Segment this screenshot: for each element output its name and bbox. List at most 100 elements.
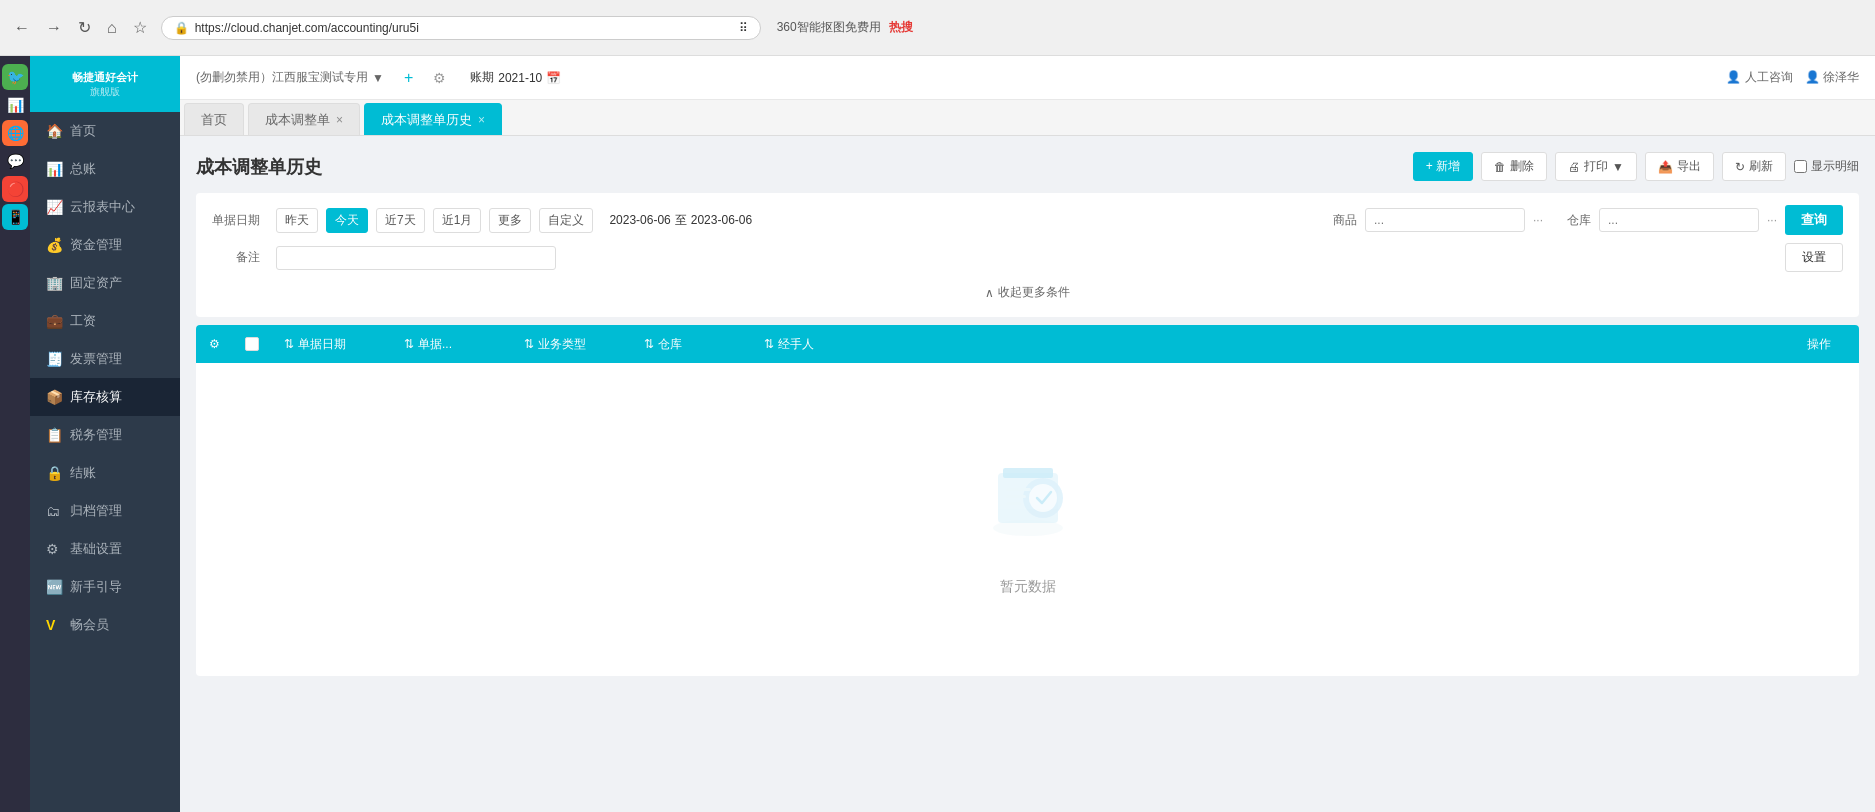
period-value: 2021-10: [498, 71, 542, 85]
star-button[interactable]: ☆: [127, 14, 153, 41]
tab-home[interactable]: 首页: [184, 103, 244, 135]
sidebar-item-archive[interactable]: 🗂 归档管理: [30, 492, 180, 530]
print-button[interactable]: 🖨 打印 ▼: [1555, 152, 1637, 181]
refresh-icon: ↻: [1735, 160, 1745, 174]
forward-button[interactable]: →: [40, 15, 68, 41]
app-icon-red[interactable]: 🔴: [2, 176, 28, 202]
warehouse-more-icon[interactable]: ···: [1767, 213, 1777, 227]
table-settings-icon: ⚙: [209, 337, 220, 351]
logo-sub: 旗舰版: [90, 85, 120, 99]
query-button[interactable]: 查询: [1785, 205, 1843, 235]
tab-cost-adjust-label: 成本调整单: [265, 111, 330, 129]
main-content: (勿删勿禁用）江西服宝测试专用 ▼ + ⚙ 账期 2021-10 📅 👤 人工咨…: [180, 56, 1875, 812]
sidebar-item-invoice[interactable]: 🧾 发票管理: [30, 340, 180, 378]
empty-state: 暂元数据: [196, 363, 1859, 676]
warehouse-filter-input[interactable]: [1599, 208, 1759, 232]
sidebar-item-settings[interactable]: ⚙ 基础设置: [30, 530, 180, 568]
app-icon-orange[interactable]: 🌐: [2, 120, 28, 146]
app-logo: 畅捷通好会计 旗舰版: [30, 56, 180, 112]
remark-input[interactable]: [276, 246, 556, 270]
assets-icon: 🏢: [46, 275, 62, 291]
table-col-operator[interactable]: ⇅ 经手人: [752, 336, 872, 353]
date-separator: 至: [675, 212, 687, 229]
close-period-icon: 🔒: [46, 465, 62, 481]
app-icon-active[interactable]: 🐦: [2, 64, 28, 90]
table-col-number[interactable]: ⇅ 单据...: [392, 336, 512, 353]
app-icon-green[interactable]: 📱: [2, 204, 28, 230]
company-dropdown-icon: ▼: [372, 71, 384, 85]
sidebar-item-report[interactable]: 📈 云报表中心: [30, 188, 180, 226]
avatar-icon: 👤: [1805, 70, 1820, 84]
sidebar-label-inventory: 库存核算: [70, 388, 122, 406]
goods-more-icon[interactable]: ···: [1533, 213, 1543, 227]
display-toggle[interactable]: 显示明细: [1794, 158, 1859, 175]
sidebar-item-assets[interactable]: 🏢 固定资产: [30, 264, 180, 302]
goods-filter-input[interactable]: [1365, 208, 1525, 232]
sidebar-label-close: 结账: [70, 464, 96, 482]
user-service-link[interactable]: 👤 人工咨询: [1726, 69, 1792, 86]
tab-cost-adjust[interactable]: 成本调整单 ×: [248, 103, 360, 135]
date-range-display: 2023-06-06 至 2023-06-06: [609, 212, 752, 229]
refresh-button[interactable]: ↻ 刷新: [1722, 152, 1786, 181]
collapse-button[interactable]: ∧ 收起更多条件: [212, 280, 1843, 305]
sidebar-label-finance: 资金管理: [70, 236, 122, 254]
svg-rect-5: [1006, 488, 1031, 491]
service-label: 人工咨询: [1745, 70, 1793, 84]
export-button[interactable]: 📤 导出: [1645, 152, 1714, 181]
sidebar-item-ledger[interactable]: 📊 总账: [30, 150, 180, 188]
setting-button[interactable]: 设置: [1785, 243, 1843, 272]
settings-gear-icon[interactable]: ⚙: [433, 70, 446, 86]
date-btn-today[interactable]: 今天: [326, 208, 368, 233]
sidebar-item-salary[interactable]: 💼 工资: [30, 302, 180, 340]
app-icon-1[interactable]: 📊: [2, 92, 28, 118]
sidebar-label-ledger: 总账: [70, 160, 96, 178]
tab-cost-adjust-history-close[interactable]: ×: [478, 113, 485, 127]
svg-rect-6: [1006, 495, 1026, 498]
sidebar-item-close[interactable]: 🔒 结账: [30, 454, 180, 492]
sidebar-item-guide[interactable]: 🆕 新手引导: [30, 568, 180, 606]
date-btn-more[interactable]: 更多: [489, 208, 531, 233]
sidebar-item-member[interactable]: V 畅会员: [30, 606, 180, 644]
table-col-date[interactable]: ⇅ 单据日期: [272, 336, 392, 353]
sidebar-label-assets: 固定资产: [70, 274, 122, 292]
sidebar-item-finance[interactable]: 💰 资金管理: [30, 226, 180, 264]
tab-cost-adjust-history[interactable]: 成本调整单历史 ×: [364, 103, 502, 135]
table-col-warehouse[interactable]: ⇅ 仓库: [632, 336, 752, 353]
date-btn-1month[interactable]: 近1月: [433, 208, 482, 233]
add-company-button[interactable]: +: [392, 64, 425, 92]
export-label: 导出: [1677, 158, 1701, 175]
filter-row-date: 单据日期 昨天 今天 近7天 近1月 更多 自定义 2023-06-06 至 2…: [212, 205, 1843, 235]
home-button[interactable]: ⌂: [101, 15, 123, 41]
table-settings-col[interactable]: ⚙: [196, 337, 232, 351]
sidebar-item-tax[interactable]: 📋 税务管理: [30, 416, 180, 454]
sidebar-item-inventory[interactable]: 📦 库存核算: [30, 378, 180, 416]
col-actions-label: 操作: [1807, 336, 1831, 353]
date-btn-yesterday[interactable]: 昨天: [276, 208, 318, 233]
app-container: 🐦 📊 🌐 💬 🔴 📱 畅捷通好会计 旗舰版 🏠 首页 📊 总账 📈 云报表中心…: [0, 56, 1875, 812]
top-bar: (勿删勿禁用）江西服宝测试专用 ▼ + ⚙ 账期 2021-10 📅 👤 人工咨…: [180, 56, 1875, 100]
browser-address-bar[interactable]: 🔒 https://cloud.chanjet.com/accounting/u…: [161, 16, 761, 40]
new-button[interactable]: + 新增: [1413, 152, 1473, 181]
back-button[interactable]: ←: [8, 15, 36, 41]
table-checkbox-col[interactable]: [232, 337, 272, 351]
sidebar-label-report: 云报表中心: [70, 198, 135, 216]
table-col-biztype[interactable]: ⇅ 业务类型: [512, 336, 632, 353]
app-icon-3[interactable]: 💬: [2, 148, 28, 174]
display-toggle-checkbox[interactable]: [1794, 160, 1807, 173]
table-col-actions: 操作: [1779, 336, 1859, 353]
logo-text: 畅捷通好会计: [72, 70, 138, 85]
refresh-button[interactable]: ↻: [72, 14, 97, 41]
delete-button[interactable]: 🗑 删除: [1481, 152, 1547, 181]
print-dropdown-icon: ▼: [1612, 160, 1624, 174]
table-select-all-checkbox[interactable]: [245, 337, 259, 351]
sidebar-item-home[interactable]: 🏠 首页: [30, 112, 180, 150]
sidebar-label-member: 畅会员: [70, 616, 109, 634]
tab-cost-adjust-close[interactable]: ×: [336, 113, 343, 127]
table-header: ⚙ ⇅ 单据日期 ⇅ 单据... ⇅ 业务类型: [196, 325, 1859, 363]
date-btn-7days[interactable]: 近7天: [376, 208, 425, 233]
company-selector[interactable]: (勿删勿禁用）江西服宝测试专用 ▼: [196, 69, 384, 86]
period-selector[interactable]: 账期 2021-10 📅: [470, 69, 561, 86]
date-btn-custom[interactable]: 自定义: [539, 208, 593, 233]
company-name: (勿删勿禁用）江西服宝测试专用: [196, 69, 368, 86]
user-avatar[interactable]: 👤 徐泽华: [1805, 69, 1859, 86]
